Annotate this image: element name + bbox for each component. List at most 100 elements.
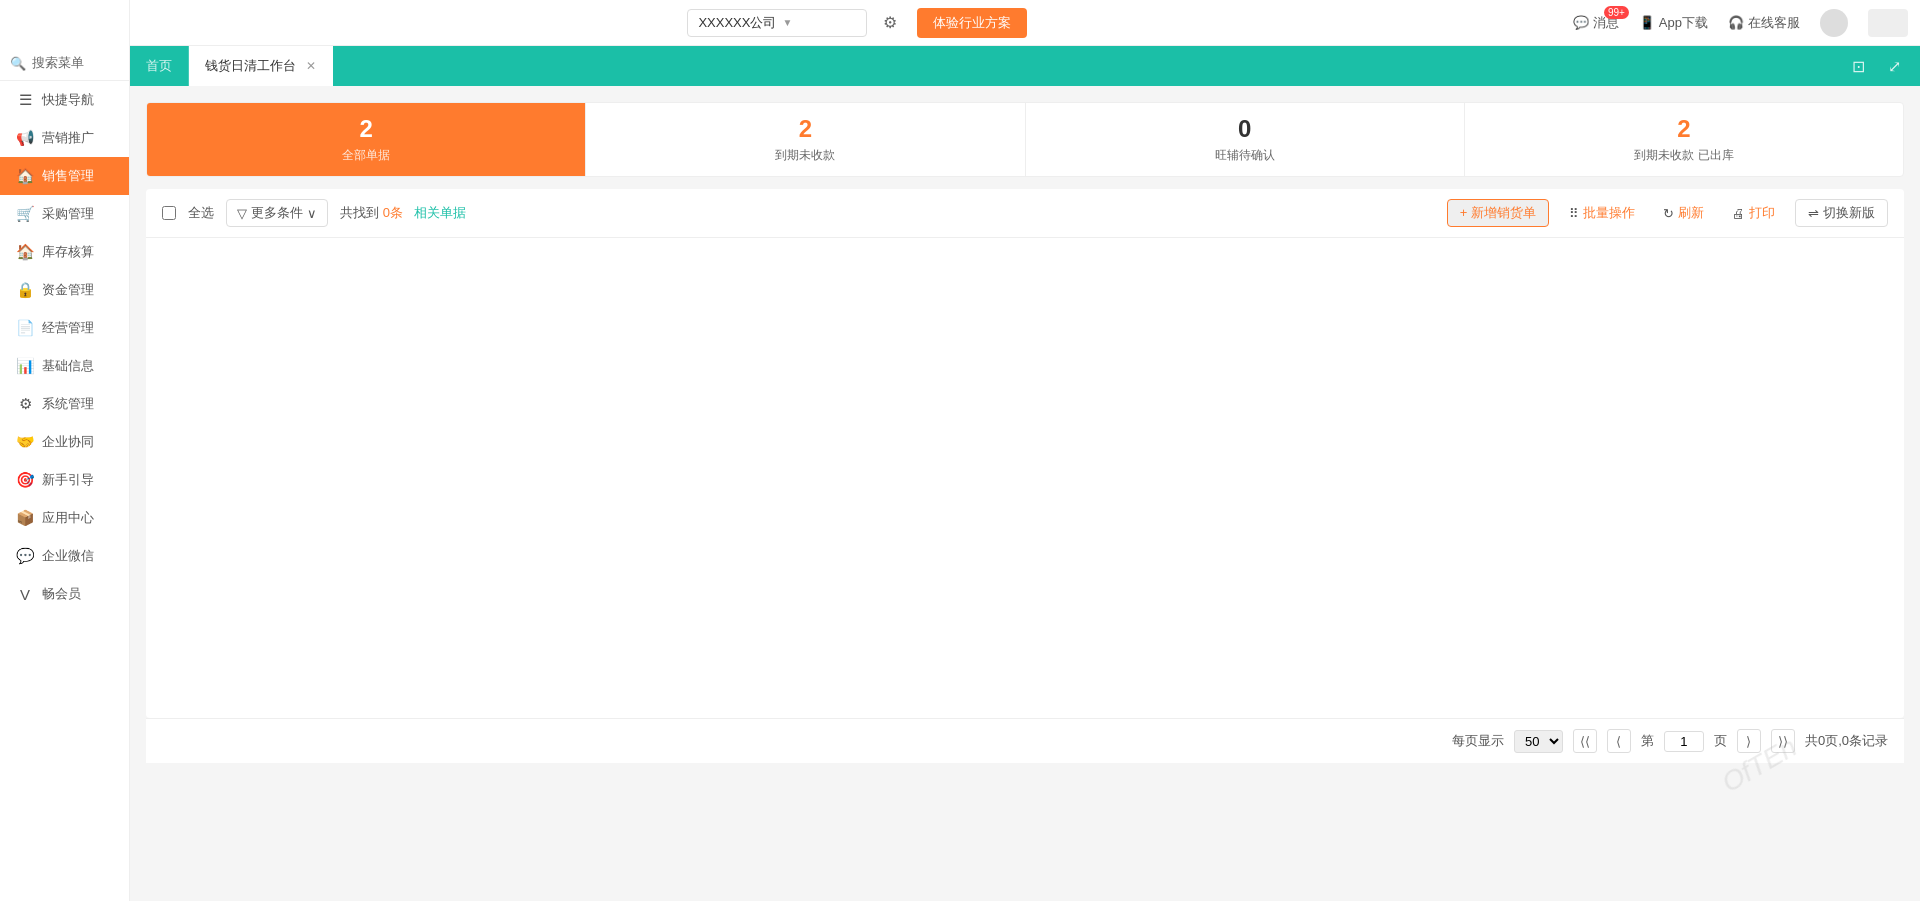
- card-label-shipped: 到期未收款 已出库: [1481, 147, 1887, 164]
- print-btn[interactable]: 🖨 打印: [1724, 200, 1783, 226]
- page-suffix: 页: [1714, 732, 1727, 750]
- summary-cards: 2 全部单据 2 到期未收款 0 旺辅待确认 2 到期未收款 已出库: [146, 102, 1904, 177]
- filter-label: 更多条件: [251, 204, 303, 222]
- service-icon: 🎧: [1728, 15, 1744, 30]
- operations-icon: 📄: [16, 319, 34, 337]
- summary-card-shipped[interactable]: 2 到期未收款 已出库: [1465, 103, 1903, 176]
- sidebar-item-app-center[interactable]: 📦 应用中心: [0, 499, 129, 537]
- company-name: XXXXXX公司: [698, 14, 776, 32]
- online-service-action[interactable]: 🎧 在线客服: [1728, 14, 1800, 32]
- batch-action-btn[interactable]: ⠿ 批量操作: [1561, 200, 1643, 226]
- card-count-all: 2: [163, 115, 569, 143]
- download-icon: 📱: [1639, 15, 1655, 30]
- first-page-btn[interactable]: ⟨⟨: [1573, 729, 1597, 753]
- switch-icon: ⇌: [1808, 206, 1819, 221]
- message-icon: 💬: [1573, 15, 1589, 30]
- sidebar-label-member: 畅会员: [42, 585, 81, 603]
- filter-chevron-icon: ∨: [307, 206, 317, 221]
- sidebar: 🔍 搜索菜单 ☰ 快捷导航 📢 营销推广 🏠 销售管理 🛒 采购管理 🏠 库存核…: [0, 0, 130, 901]
- next-page-btn[interactable]: ⟩: [1737, 729, 1761, 753]
- basic-info-icon: 📊: [16, 357, 34, 375]
- page-number-input[interactable]: [1664, 731, 1704, 752]
- sidebar-label-system: 系统管理: [42, 395, 94, 413]
- sidebar-item-basic-info[interactable]: 📊 基础信息: [0, 347, 129, 385]
- sidebar-label-guide: 新手引导: [42, 471, 94, 489]
- filter-button[interactable]: ▽ 更多条件 ∨: [226, 199, 328, 227]
- related-link[interactable]: 相关单据: [414, 205, 466, 220]
- total-records-label: 共0页,0条记录: [1805, 732, 1888, 750]
- sidebar-search[interactable]: 🔍 搜索菜单: [0, 46, 129, 81]
- search-icon: 🔍: [10, 56, 26, 71]
- tab-home-label: 首页: [146, 57, 172, 75]
- nav-expand-icon[interactable]: ⤢: [1880, 52, 1908, 80]
- summary-card-pending[interactable]: 0 旺辅待确认: [1026, 103, 1465, 176]
- message-action[interactable]: 💬 消息 99+: [1573, 14, 1619, 32]
- tab-close-icon[interactable]: ✕: [306, 59, 316, 73]
- sidebar-item-system[interactable]: ⚙ 系统管理: [0, 385, 129, 423]
- switch-label: 切换新版: [1823, 204, 1875, 222]
- sidebar-item-quick-nav[interactable]: ☰ 快捷导航: [0, 81, 129, 119]
- sidebar-item-enterprise[interactable]: 🤝 企业协同: [0, 423, 129, 461]
- app-download-label: App下载: [1659, 14, 1708, 32]
- tab-work-bench-label: 钱货日清工作台: [205, 57, 296, 75]
- refresh-label: 刷新: [1678, 204, 1704, 222]
- select-all-checkbox[interactable]: [162, 206, 176, 220]
- sidebar-item-purchase[interactable]: 🛒 采购管理: [0, 195, 129, 233]
- sidebar-label-sales: 销售管理: [42, 167, 94, 185]
- select-all-label[interactable]: 全选: [188, 204, 214, 222]
- pagination: 每页显示 50 ⟨⟨ ⟨ 第 页 ⟩ ⟩⟩ 共0页,0条记录: [146, 718, 1904, 763]
- toolbar-left: 全选 ▽ 更多条件 ∨ 共找到 0条 相关单据: [162, 199, 466, 227]
- experience-btn[interactable]: 体验行业方案: [917, 8, 1027, 38]
- header-right: 💬 消息 99+ 📱 App下载 🎧 在线客服: [1573, 9, 1908, 37]
- print-label: 打印: [1749, 204, 1775, 222]
- switch-new-version-btn[interactable]: ⇌ 切换新版: [1795, 199, 1888, 227]
- company-selector[interactable]: XXXXXX公司 ▼: [687, 9, 867, 37]
- table-area: [146, 238, 1904, 718]
- marketing-icon: 📢: [16, 129, 34, 147]
- refresh-icon: ↻: [1663, 206, 1674, 221]
- last-page-btn[interactable]: ⟩⟩: [1771, 729, 1795, 753]
- app-download-action[interactable]: 📱 App下载: [1639, 14, 1708, 32]
- prev-page-btn[interactable]: ⟨: [1607, 729, 1631, 753]
- search-label: 搜索菜单: [32, 54, 84, 72]
- online-service-label: 在线客服: [1748, 14, 1800, 32]
- refresh-btn[interactable]: ↻ 刷新: [1655, 200, 1712, 226]
- found-count: 0条: [383, 205, 403, 220]
- sidebar-item-operations[interactable]: 📄 经营管理: [0, 309, 129, 347]
- sidebar-label-marketing: 营销推广: [42, 129, 94, 147]
- sidebar-item-marketing[interactable]: 📢 营销推广: [0, 119, 129, 157]
- sales-icon: 🏠: [16, 167, 34, 185]
- inventory-icon: 🏠: [16, 243, 34, 261]
- purchase-icon: 🛒: [16, 205, 34, 223]
- sidebar-label-wechat: 企业微信: [42, 547, 94, 565]
- per-page-label: 每页显示: [1452, 732, 1504, 750]
- chevron-down-icon: ▼: [782, 17, 792, 28]
- settings-icon[interactable]: ⚙: [883, 13, 897, 32]
- sidebar-label-basic-info: 基础信息: [42, 357, 94, 375]
- sidebar-label-inventory: 库存核算: [42, 243, 94, 261]
- sidebar-item-inventory[interactable]: 🏠 库存核算: [0, 233, 129, 271]
- guide-icon: 🎯: [16, 471, 34, 489]
- enterprise-icon: 🤝: [16, 433, 34, 451]
- add-sales-btn[interactable]: + 新增销货单: [1447, 199, 1549, 227]
- avatar[interactable]: [1820, 9, 1848, 37]
- sidebar-item-guide[interactable]: 🎯 新手引导: [0, 461, 129, 499]
- print-icon: 🖨: [1732, 206, 1745, 221]
- tab-home[interactable]: 首页: [130, 46, 189, 86]
- card-label-all: 全部单据: [163, 147, 569, 164]
- nav-tabs: 首页 钱货日清工作台 ✕ ⊡ ⤢: [130, 46, 1920, 86]
- nav-restore-icon[interactable]: ⊡: [1844, 52, 1872, 80]
- summary-card-all[interactable]: 2 全部单据: [147, 103, 586, 176]
- sidebar-item-finance[interactable]: 🔒 资金管理: [0, 271, 129, 309]
- tab-work-bench[interactable]: 钱货日清工作台 ✕: [189, 46, 333, 86]
- sidebar-item-member[interactable]: V 畅会员: [0, 575, 129, 613]
- card-count-shipped: 2: [1481, 115, 1887, 143]
- per-page-select[interactable]: 50: [1514, 730, 1563, 753]
- sidebar-item-sales[interactable]: 🏠 销售管理: [0, 157, 129, 195]
- user-name-block[interactable]: [1868, 9, 1908, 37]
- toolbar-right: + 新增销货单 ⠿ 批量操作 ↻ 刷新 🖨 打印 ⇌ 切换新版: [1447, 199, 1888, 227]
- summary-card-overdue[interactable]: 2 到期未收款: [586, 103, 1025, 176]
- app-center-icon: 📦: [16, 509, 34, 527]
- nav-right-actions: ⊡ ⤢: [1844, 52, 1920, 80]
- sidebar-item-wechat[interactable]: 💬 企业微信: [0, 537, 129, 575]
